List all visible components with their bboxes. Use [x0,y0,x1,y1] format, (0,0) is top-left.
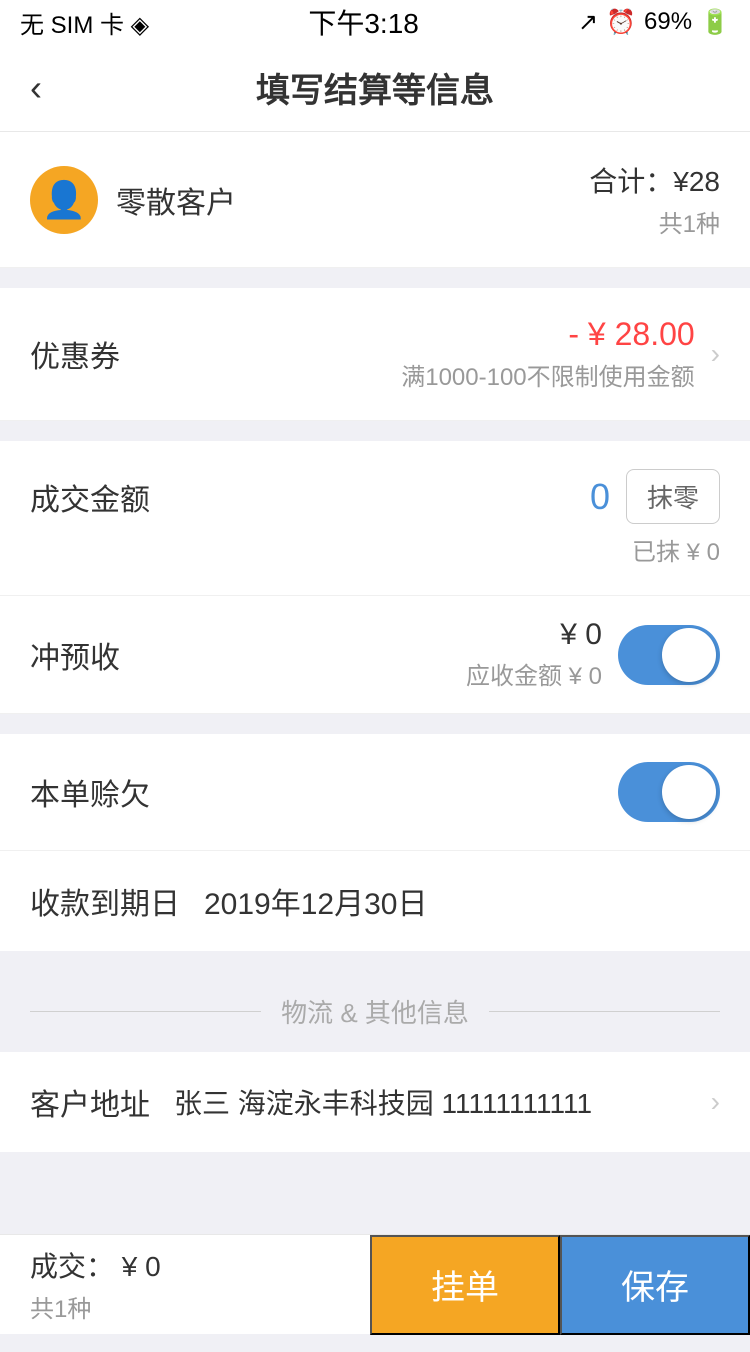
coupon-right: - ¥ 28.00 满1000-100不限制使用金额 › [401,316,720,392]
toggle-knob [662,628,716,682]
status-left: 无 SIM 卡 ◈ [20,5,149,40]
due-date-label: 收款到期日 [30,879,180,923]
coupon-chevron-icon: › [711,338,720,370]
location-icon: ↗ [578,8,598,37]
coupon-description: 满1000-100不限制使用金额 [401,357,694,392]
customer-section: 👤 零散客户 合计：¥28 共1种 [0,132,750,268]
gap-2 [0,421,750,441]
gap-4 [0,951,750,971]
coupon-label: 优惠券 [30,332,120,376]
round-zero-button[interactable]: 抹零 [626,469,720,524]
bottom-deal-label: 成交： [30,1251,114,1282]
status-time: 下午3:18 [308,2,419,42]
bottom-bar: 成交： ¥ 0 共1种 挂单 保存 [0,1234,750,1334]
address-chevron-icon: › [711,1086,720,1118]
deal-amount-bottom: 已抹 ¥ 0 [30,532,720,567]
bottom-deal-amount: 成交： ¥ 0 [30,1245,340,1285]
address-label: 客户地址 [30,1080,150,1124]
customer-right: 合计：¥28 共1种 [589,160,720,239]
due-date-row[interactable]: 收款到期日 2019年12月30日 [0,851,750,951]
nav-bar: ‹ 填写结算等信息 [0,44,750,132]
battery-text: 69% [644,8,692,36]
deal-amount-row: 成交金额 0 抹零 已抹 ¥ 0 [0,441,750,596]
alarm-icon: ⏰ [606,8,636,37]
divider-line-right [489,1011,720,1012]
prepay-label: 冲预收 [30,633,120,677]
gap-3 [0,714,750,734]
customer-total: 合计：¥28 [589,160,720,200]
customer-left: 👤 零散客户 [30,166,236,234]
page-title: 填写结算等信息 [256,63,494,112]
deal-amount-label: 成交金额 [30,475,150,519]
battery-icon: 🔋 [700,8,730,37]
prepay-amount: ¥ 0 [560,618,602,652]
back-button[interactable]: ‹ [30,67,42,109]
content-area: 👤 零散客户 合计：¥28 共1种 优惠券 - ¥ 28.00 满1000-10… [0,132,750,1352]
credit-toggle-knob [662,765,716,819]
address-value: 张三 海淀永丰科技园 11111111111 [174,1082,711,1122]
customer-avatar: 👤 [30,166,98,234]
prepay-right: ¥ 0 应收金额 ¥ 0 [466,618,720,691]
address-section: 客户地址 张三 海淀永丰科技园 11111111111 › [0,1052,750,1152]
deal-amount-top: 成交金额 0 抹零 [30,469,720,524]
logistics-divider: 物流 & 其他信息 [0,971,750,1052]
prepay-row: 冲预收 ¥ 0 应收金额 ¥ 0 [0,596,750,714]
avatar-icon: 👤 [42,179,87,221]
credit-section: 本单赊欠 收款到期日 2019年12月30日 [0,734,750,951]
bottom-summary: 成交： ¥ 0 共1种 [0,1245,370,1324]
prepay-sub: 应收金额 ¥ 0 [466,656,602,691]
deal-amount-section: 成交金额 0 抹零 已抹 ¥ 0 冲预收 ¥ 0 应收金额 ¥ 0 [0,441,750,714]
credit-row: 本单赊欠 [0,734,750,850]
status-bar: 无 SIM 卡 ◈ 下午3:18 ↗ ⏰ 69% 🔋 [0,0,750,44]
customer-row[interactable]: 👤 零散客户 合计：¥28 共1种 [0,132,750,268]
address-row[interactable]: 客户地址 张三 海淀永丰科技园 11111111111 › [0,1052,750,1152]
save-button[interactable]: 保存 [560,1235,750,1335]
coupon-value: - ¥ 28.00 满1000-100不限制使用金额 [401,316,694,392]
deal-amount-right: 0 抹零 [590,469,720,524]
prepay-toggle[interactable] [618,625,720,685]
hold-button[interactable]: 挂单 [370,1235,560,1335]
status-right: ↗ ⏰ 69% 🔋 [578,8,730,37]
gap-1 [0,268,750,288]
prepay-values: ¥ 0 应收金额 ¥ 0 [466,618,602,691]
divider-line-left [30,1011,261,1012]
coupon-row[interactable]: 优惠券 - ¥ 28.00 满1000-100不限制使用金额 › [0,288,750,421]
deal-amount-value: 0 [590,476,610,518]
credit-toggle[interactable] [618,762,720,822]
bottom-count: 共1种 [30,1289,340,1324]
logistics-label: 物流 & 其他信息 [281,993,469,1030]
coupon-discount: - ¥ 28.00 [401,316,694,353]
customer-count: 共1种 [589,204,720,239]
customer-name: 零散客户 [116,178,236,222]
coupon-section: 优惠券 - ¥ 28.00 满1000-100不限制使用金额 › [0,288,750,421]
no-sim-text: 无 SIM 卡 ◈ [20,5,149,40]
deal-amount-sub: 已抹 ¥ 0 [632,532,720,567]
bottom-deal-value: ¥ 0 [122,1251,161,1282]
due-date-value: 2019年12月30日 [204,879,427,923]
credit-label: 本单赊欠 [30,770,150,814]
